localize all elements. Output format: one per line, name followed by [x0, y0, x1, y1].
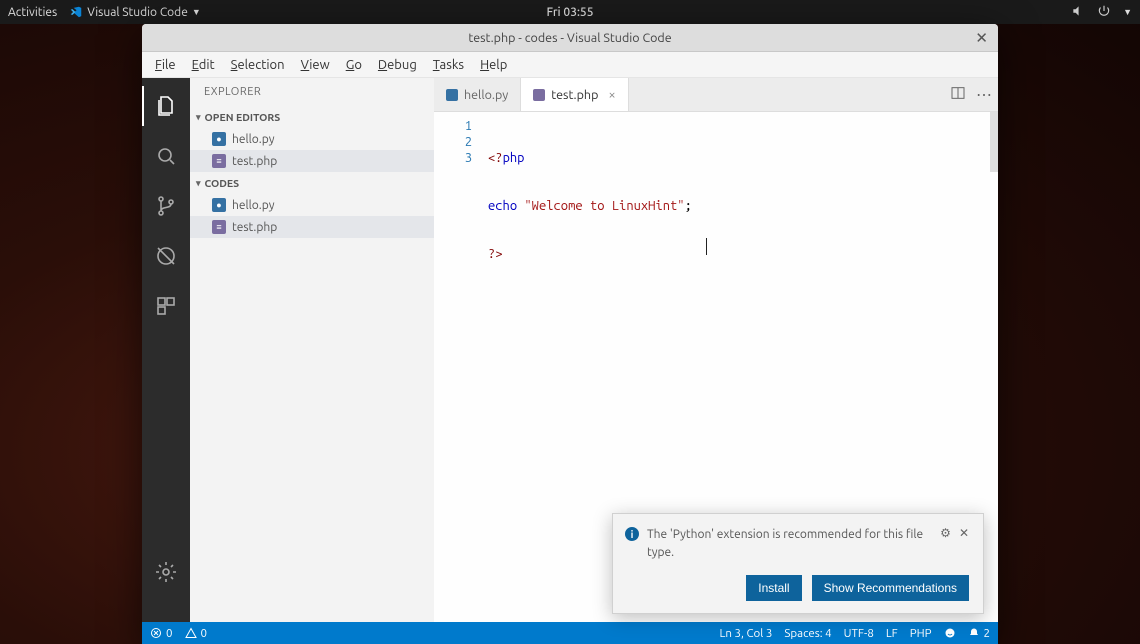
- vscode-window: test.php - codes - Visual Studio Code ✕ …: [142, 24, 998, 644]
- menu-go[interactable]: Go: [339, 55, 369, 75]
- menu-view[interactable]: View: [294, 55, 337, 75]
- status-notifications[interactable]: 2: [968, 627, 991, 640]
- status-warnings[interactable]: 0: [185, 627, 208, 640]
- editor-tabs: hello.py test.php × ⋯: [434, 78, 998, 112]
- split-editor-button[interactable]: [950, 85, 966, 105]
- volume-icon[interactable]: [1071, 4, 1085, 21]
- php-file-icon: ≡: [212, 154, 226, 168]
- activity-settings[interactable]: [142, 552, 190, 592]
- system-menu-chevron-icon[interactable]: ▼: [1123, 7, 1132, 17]
- menubar: File Edit Selection View Go Debug Tasks …: [142, 52, 998, 78]
- status-feedback[interactable]: [944, 627, 956, 639]
- section-open-editors[interactable]: OPEN EDITORS: [190, 106, 434, 128]
- minimap-scrollbar[interactable]: [990, 112, 998, 172]
- activity-debug[interactable]: [142, 236, 190, 276]
- activity-scm[interactable]: [142, 186, 190, 226]
- status-language[interactable]: PHP: [910, 627, 932, 640]
- activities-button[interactable]: Activities: [8, 6, 57, 19]
- clock[interactable]: Fri 03:55: [547, 6, 594, 19]
- menu-file[interactable]: File: [148, 55, 183, 75]
- notification-text: The 'Python' extension is recommended fo…: [647, 526, 932, 561]
- tab-close-icon[interactable]: ×: [608, 88, 615, 102]
- sidebar-title: EXPLORER: [190, 78, 434, 106]
- editor-area: hello.py test.php × ⋯ 1 2: [434, 78, 998, 622]
- notification-gear-icon[interactable]: ⚙: [940, 526, 951, 540]
- install-button[interactable]: Install: [746, 575, 801, 601]
- gear-icon: [154, 560, 178, 584]
- notification-toast: i The 'Python' extension is recommended …: [612, 513, 984, 614]
- tab-test-php[interactable]: test.php ×: [521, 78, 628, 111]
- open-editor-hello-py[interactable]: ● hello.py: [190, 128, 434, 150]
- php-file-icon: [533, 89, 545, 101]
- line-gutter: 1 2 3: [434, 112, 488, 622]
- notification-close-icon[interactable]: ✕: [959, 526, 969, 540]
- files-icon: [154, 94, 178, 118]
- branch-icon: [154, 194, 178, 218]
- status-encoding[interactable]: UTF-8: [844, 627, 874, 640]
- python-file-icon: ●: [212, 198, 226, 212]
- file-hello-py[interactable]: ● hello.py: [190, 194, 434, 216]
- activity-bar: [142, 78, 190, 622]
- menu-selection[interactable]: Selection: [224, 55, 292, 75]
- status-spaces[interactable]: Spaces: 4: [784, 627, 831, 640]
- power-icon[interactable]: [1097, 4, 1111, 21]
- info-icon: i: [625, 527, 639, 541]
- window-title: test.php - codes - Visual Studio Code: [468, 31, 671, 45]
- vscode-icon: [69, 5, 83, 19]
- status-lncol[interactable]: Ln 3, Col 3: [720, 627, 773, 640]
- app-menu[interactable]: Visual Studio Code ▼: [69, 5, 201, 19]
- bug-icon: [154, 244, 178, 268]
- show-recommendations-button[interactable]: Show Recommendations: [812, 575, 969, 601]
- status-bar: 0 0 Ln 3, Col 3 Spaces: 4 UTF-8 LF PHP 2: [142, 622, 998, 644]
- window-close-button[interactable]: ✕: [975, 29, 988, 47]
- file-test-php[interactable]: ≡ test.php: [190, 216, 434, 238]
- search-icon: [154, 144, 178, 168]
- activity-search[interactable]: [142, 136, 190, 176]
- activity-extensions[interactable]: [142, 286, 190, 326]
- menu-help[interactable]: Help: [473, 55, 514, 75]
- text-cursor: [706, 238, 707, 255]
- status-errors[interactable]: 0: [150, 627, 173, 640]
- extensions-icon: [154, 294, 178, 318]
- php-file-icon: ≡: [212, 220, 226, 234]
- desktop: Activities Visual Studio Code ▼ Fri 03:5…: [0, 0, 1140, 644]
- menu-debug[interactable]: Debug: [371, 55, 424, 75]
- open-editor-test-php[interactable]: ≡ test.php: [190, 150, 434, 172]
- titlebar[interactable]: test.php - codes - Visual Studio Code ✕: [142, 24, 998, 52]
- explorer-sidebar: EXPLORER OPEN EDITORS ● hello.py ≡ test.…: [190, 78, 434, 622]
- section-codes[interactable]: CODES: [190, 172, 434, 194]
- python-file-icon: [446, 89, 458, 101]
- menu-edit[interactable]: Edit: [185, 55, 222, 75]
- menu-tasks[interactable]: Tasks: [426, 55, 471, 75]
- activity-explorer[interactable]: [142, 86, 190, 126]
- status-eol[interactable]: LF: [886, 627, 898, 640]
- python-file-icon: ●: [212, 132, 226, 146]
- tab-hello-py[interactable]: hello.py: [434, 78, 521, 111]
- more-actions-button[interactable]: ⋯: [976, 85, 992, 104]
- gnome-topbar: Activities Visual Studio Code ▼ Fri 03:5…: [0, 0, 1140, 24]
